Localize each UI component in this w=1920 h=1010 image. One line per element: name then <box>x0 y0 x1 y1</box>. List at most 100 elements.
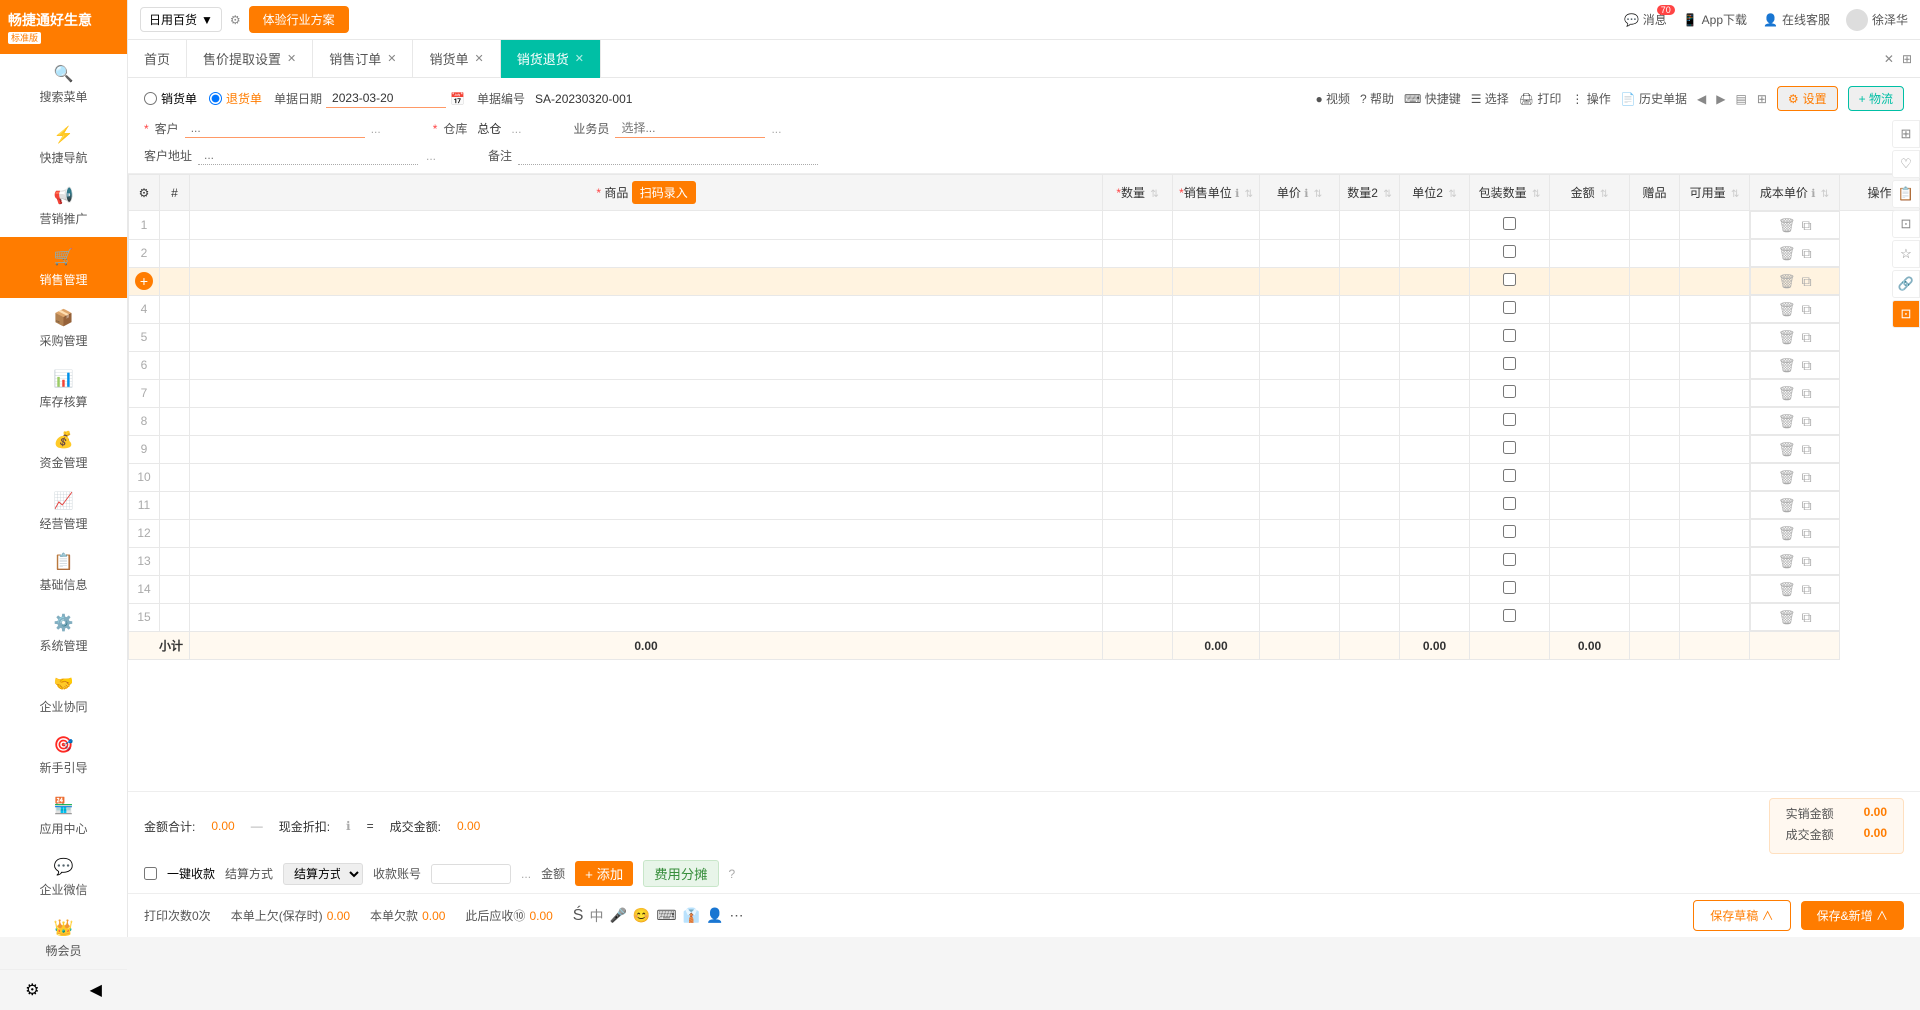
delete-icon[interactable]: 🗑 <box>1778 497 1796 514</box>
mic-icon[interactable]: 🎤 <box>609 907 626 924</box>
ellipsis-icon[interactable]: ⋯ <box>729 907 743 924</box>
calendar-icon[interactable]: 📅 <box>450 92 465 106</box>
gift-checkbox[interactable] <box>1503 385 1516 398</box>
industry-select[interactable]: 日用百货 ▼ <box>140 7 222 32</box>
gift-checkbox[interactable] <box>1503 245 1516 258</box>
copy-icon[interactable]: ⧉ <box>1802 525 1812 542</box>
tab-close-sales-delivery[interactable]: ✕ <box>475 52 484 65</box>
delete-icon[interactable]: 🗑 <box>1778 469 1796 486</box>
sidebar-item-sales[interactable]: 🛒 销售管理 <box>0 237 127 298</box>
right-panel-btn-5[interactable]: ☆ <box>1892 240 1920 268</box>
sidebar-item-guide[interactable]: 🎯 新手引导 <box>0 725 127 786</box>
unit-info-icon[interactable]: ℹ <box>1235 188 1239 200</box>
tab-sales-return[interactable]: 销货退货 ✕ <box>501 40 601 78</box>
qty-sort-icon[interactable]: ⇅ <box>1150 189 1158 200</box>
gift-checkbox[interactable] <box>1503 581 1516 594</box>
save-new-btn[interactable]: 保存&新增 ∧ <box>1801 901 1904 930</box>
gift-checkbox[interactable] <box>1503 553 1516 566</box>
sidebar-item-marketing[interactable]: 📢 营销推广 <box>0 176 127 237</box>
gift-checkbox[interactable] <box>1503 497 1516 510</box>
gift-checkbox-active[interactable] <box>1503 273 1516 286</box>
online-service-btn[interactable]: 👤 在线客服 <box>1763 11 1830 28</box>
copy-icon[interactable]: ⧉ <box>1802 357 1812 374</box>
copy-icon[interactable]: ⧉ <box>1802 413 1812 430</box>
tab-sales-order[interactable]: 销售订单 ✕ <box>313 40 413 78</box>
salesperson-input[interactable] <box>615 119 765 138</box>
cash-discount-info[interactable]: ℹ <box>346 819 351 833</box>
goods-input-active[interactable] <box>166 274 183 289</box>
salesperson-expand-icon[interactable]: ... <box>771 122 781 136</box>
nav-next-icon[interactable]: ▶ <box>1716 92 1725 106</box>
sidebar-item-enterprise[interactable]: 🤝 企业协同 <box>0 664 127 725</box>
copy-icon[interactable]: ⧉ <box>1802 497 1812 514</box>
gift-checkbox[interactable] <box>1503 357 1516 370</box>
warehouse-expand-icon[interactable]: ... <box>511 122 521 136</box>
pkg-sort-icon[interactable]: ⇅ <box>1532 189 1540 200</box>
account-input[interactable] <box>431 864 511 884</box>
delete-icon[interactable]: 🗑 <box>1778 301 1796 318</box>
delete-icon[interactable]: 🗑 <box>1778 273 1796 290</box>
sidebar-item-shortcut[interactable]: ⚡ 快捷导航 <box>0 115 127 176</box>
delete-icon[interactable]: 🗑 <box>1778 553 1796 570</box>
sidebar-item-purchase[interactable]: 📦 采购管理 <box>0 298 127 359</box>
sidebar-item-wechat[interactable]: 💬 企业微信 <box>0 847 127 908</box>
sidebar-item-basic[interactable]: 📋 基础信息 <box>0 542 127 603</box>
date-input[interactable] <box>326 89 446 108</box>
keyboard-icon[interactable]: ⌨ <box>656 907 676 924</box>
remarks-input[interactable] <box>518 146 818 165</box>
add-row-btn[interactable]: + <box>135 272 153 290</box>
gift-checkbox[interactable] <box>1503 301 1516 314</box>
copy-icon[interactable]: ⧉ <box>1802 301 1812 318</box>
delete-icon[interactable]: 🗑 <box>1778 217 1796 234</box>
gift-checkbox[interactable] <box>1503 413 1516 426</box>
view-grid-icon[interactable]: ⊞ <box>1757 92 1767 106</box>
shirt-icon[interactable]: 👔 <box>683 907 700 924</box>
delete-icon[interactable]: 🗑 <box>1778 385 1796 402</box>
delete-icon[interactable]: 🗑 <box>1778 413 1796 430</box>
sidebar-settings-icon[interactable]: ⚙ <box>25 980 39 1000</box>
gift-checkbox[interactable] <box>1503 609 1516 622</box>
tab-close-sales-return[interactable]: ✕ <box>575 52 584 65</box>
scan-btn[interactable]: 扫码录入 <box>632 181 696 204</box>
account-dots[interactable]: ... <box>521 867 531 881</box>
person-icon[interactable]: 👤 <box>706 907 723 924</box>
select-btn[interactable]: ☰ 选择 <box>1471 90 1509 107</box>
sidebar-item-search[interactable]: 🔍 搜索菜单 <box>0 54 127 115</box>
delete-icon[interactable]: 🗑 <box>1778 357 1796 374</box>
tab-expand-icon[interactable]: ⊞ <box>1902 52 1912 66</box>
tab-close-all-icon[interactable]: ✕ <box>1884 52 1894 66</box>
gift-checkbox[interactable] <box>1503 329 1516 342</box>
right-panel-btn-2[interactable]: ♡ <box>1892 150 1920 178</box>
cell-goods[interactable] <box>160 211 190 240</box>
copy-icon[interactable]: ⧉ <box>1802 553 1812 570</box>
tab-sales-delivery[interactable]: 销货单 ✕ <box>413 40 500 78</box>
sidebar-collapse-icon[interactable]: ◀ <box>90 980 102 1000</box>
amount-sort-icon[interactable]: ⇅ <box>1600 189 1608 200</box>
copy-icon[interactable]: ⧉ <box>1802 245 1812 262</box>
fee-split-btn[interactable]: 费用分摊 <box>643 860 718 887</box>
right-panel-btn-6[interactable]: 🔗 <box>1892 270 1920 298</box>
customer-input[interactable] <box>185 119 365 138</box>
app-download-btn[interactable]: 📱 App下载 <box>1683 11 1747 28</box>
th-settings[interactable]: ⚙ <box>129 175 160 211</box>
logistics-btn[interactable]: + 物流 <box>1848 86 1904 111</box>
copy-icon[interactable]: ⧉ <box>1802 329 1812 346</box>
user-area[interactable]: 徐泽华 <box>1846 9 1908 31</box>
experience-btn[interactable]: 体验行业方案 <box>249 6 349 33</box>
radio-sales[interactable]: 销货单 <box>144 90 197 107</box>
history-btn[interactable]: 📄 历史单据 <box>1621 90 1687 107</box>
sidebar-item-appstore[interactable]: 🏪 应用中心 <box>0 786 127 847</box>
copy-icon[interactable]: ⧉ <box>1802 469 1812 486</box>
delete-icon[interactable]: 🗑 <box>1778 245 1796 262</box>
tab-price-setting[interactable]: 售价提取设置 ✕ <box>187 40 313 78</box>
right-panel-btn-3[interactable]: 📋 <box>1892 180 1920 208</box>
right-panel-btn-1[interactable]: ⊞ <box>1892 120 1920 148</box>
billing-method-select[interactable]: 结算方式 <box>283 863 363 885</box>
copy-icon[interactable]: ⧉ <box>1802 609 1812 626</box>
fee-help-icon[interactable]: ? <box>729 867 736 881</box>
smile-icon[interactable]: 😊 <box>633 907 650 924</box>
tab-close-price-setting[interactable]: ✕ <box>287 52 296 65</box>
one-click-payment-checkbox[interactable] <box>144 867 157 880</box>
gift-checkbox[interactable] <box>1503 441 1516 454</box>
delete-icon[interactable]: 🗑 <box>1778 609 1796 626</box>
